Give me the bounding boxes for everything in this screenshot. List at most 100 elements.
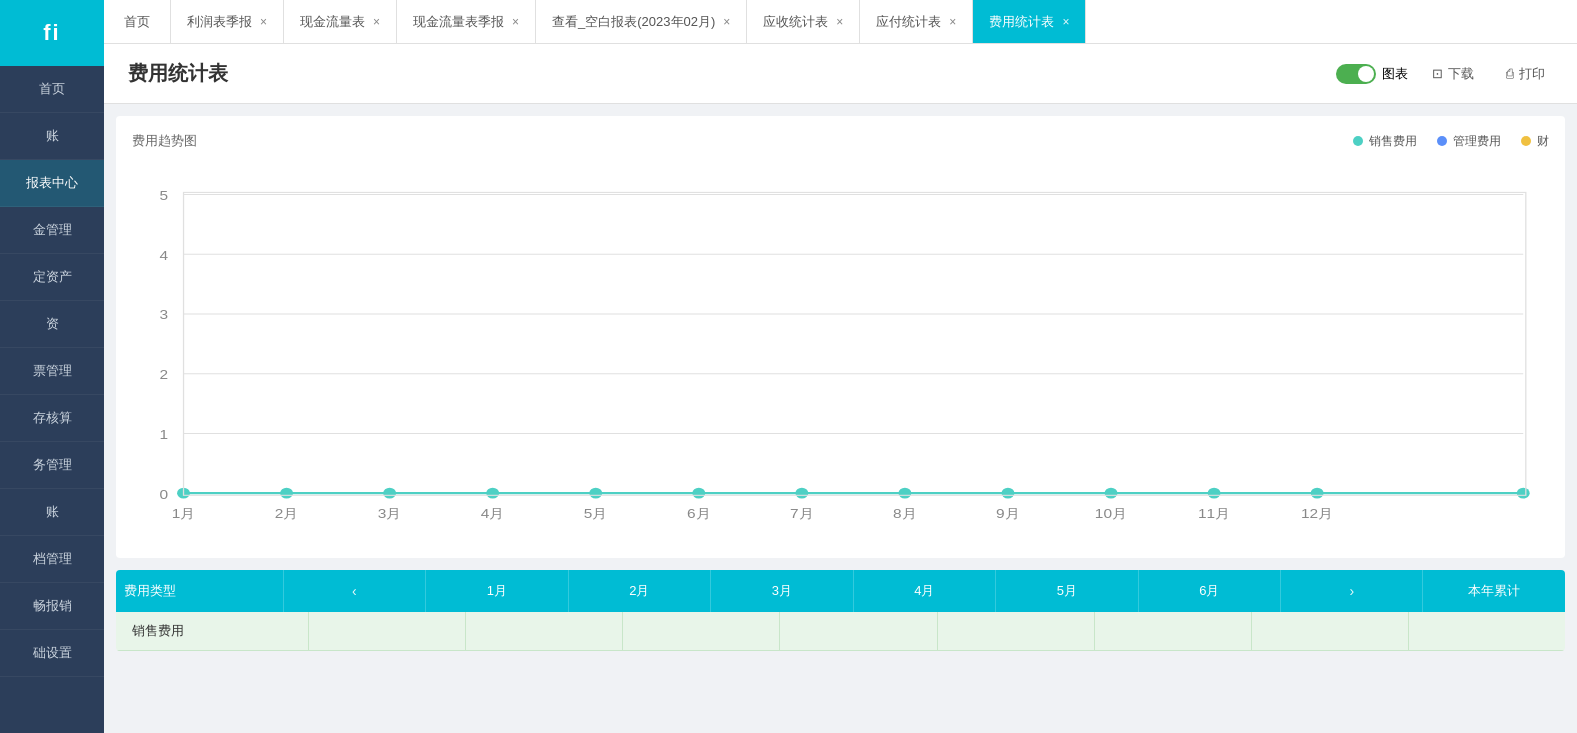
legend-sales: 销售费用 [1353,133,1417,150]
sidebar-item-stock[interactable]: 存核算 [0,395,104,442]
svg-text:2月: 2月 [275,506,299,521]
col-header-prev[interactable]: ‹ [284,570,426,612]
col-header-type: 费用类型 [116,570,284,612]
cell-m3-0 [623,612,780,650]
logo: fi [0,0,104,66]
tab-close-expense-stat[interactable]: × [1062,15,1069,29]
sidebar-item-invoice[interactable]: 票管理 [0,348,104,395]
cell-m5-0 [938,612,1095,650]
sales-dot-6 [795,488,808,499]
cell-m1-0 [309,612,466,650]
sales-dot-7 [898,488,911,499]
svg-text:4: 4 [159,248,168,263]
sidebar-item-refund[interactable]: 畅报销 [0,583,104,630]
sales-dot-10 [1208,488,1221,499]
legend-label-finance: 财 [1537,133,1549,150]
sales-dot-1 [280,488,293,499]
svg-text:3月: 3月 [378,506,402,521]
download-icon: ⊡ [1432,66,1443,81]
table-header-row: 费用类型 ‹ 1月 2月 3月 4月 5月 [116,570,1565,612]
sales-dot-8 [1002,488,1015,499]
legend-dot-sales [1353,136,1363,146]
col-header-next[interactable]: › [1281,570,1423,612]
print-icon: ⎙ [1506,66,1514,81]
col-header-m6: 6月 [1139,570,1281,612]
legend-dot-finance [1521,136,1531,146]
sidebar-item-home[interactable]: 首页 [0,66,104,113]
col-header-ytd: 本年累计 [1423,570,1564,612]
tab-close-cashflow-quarterly[interactable]: × [512,15,519,29]
cell-extra-0 [1409,612,1565,650]
sales-dot-9 [1105,488,1118,499]
sidebar-item-receivable[interactable]: 账 [0,489,104,536]
tab-close-profit[interactable]: × [260,15,267,29]
tab-close-receivable-stat[interactable]: × [836,15,843,29]
download-button[interactable]: ⊡ 下载 [1424,61,1482,87]
tab-profit[interactable]: 利润表季报 × [171,0,284,44]
table-row: 销售费用 [116,612,1565,651]
tab-close-payable-stat[interactable]: × [949,15,956,29]
svg-text:6月: 6月 [687,506,711,521]
tab-expense-stat[interactable]: 费用统计表 × [973,0,1086,44]
print-button[interactable]: ⎙ 打印 [1498,61,1553,87]
sales-dot-5 [692,488,705,499]
svg-text:12月: 12月 [1301,506,1333,521]
sidebar-item-fixed-assets[interactable]: 定资产 [0,254,104,301]
svg-rect-24 [184,192,1526,495]
svg-text:0: 0 [159,487,168,502]
svg-text:10月: 10月 [1095,506,1127,521]
page-content: 费用统计表 图表 ⊡ 下载 ⎙ 打印 费用趋势图 [104,44,1577,733]
cell-ytd-0 [1252,612,1409,650]
legend-label-sales: 销售费用 [1369,133,1417,150]
cell-m2-0 [466,612,623,650]
prev-arrow[interactable]: ‹ [352,583,357,599]
chart-title: 费用趋势图 [132,132,197,150]
sidebar-item-capital[interactable]: 资 [0,301,104,348]
svg-text:7月: 7月 [790,506,814,521]
tab-home[interactable]: 首页 [104,0,171,44]
sidebar-item-report-center[interactable]: 报表中心 [0,160,104,207]
header-actions: 图表 ⊡ 下载 ⎙ 打印 [1336,61,1553,87]
svg-text:8月: 8月 [893,506,917,521]
tab-cashflow-quarterly[interactable]: 现金流量表季报 × [397,0,536,44]
sales-dot-4 [589,488,602,499]
legend-admin: 管理费用 [1437,133,1501,150]
col-header-m5: 5月 [996,570,1138,612]
cell-m4-0 [780,612,937,650]
tab-close-blank-report[interactable]: × [723,15,730,29]
chart-container: 0 1 2 3 4 5 [132,162,1549,542]
chart-toggle-label: 图表 [1382,65,1408,83]
col-header-m1: 1月 [426,570,568,612]
tab-payable-stat[interactable]: 应付统计表 × [860,0,973,44]
tab-close-cashflow[interactable]: × [373,15,380,29]
sidebar-item-archive[interactable]: 档管理 [0,536,104,583]
svg-text:5: 5 [159,188,168,203]
col-header-m3: 3月 [711,570,853,612]
page-title: 费用统计表 [128,60,228,87]
svg-text:11月: 11月 [1198,506,1230,521]
sidebar-item-settings[interactable]: 础设置 [0,630,104,677]
svg-text:3: 3 [159,308,168,323]
sidebar-item-account[interactable]: 账 [0,113,104,160]
sidebar-item-service[interactable]: 务管理 [0,442,104,489]
chart-toggle[interactable] [1336,64,1376,84]
col-header-m4: 4月 [854,570,996,612]
svg-text:2: 2 [159,367,168,382]
legend-dot-admin [1437,136,1447,146]
sales-dot-12 [1517,488,1530,499]
chart-section: 费用趋势图 销售费用 管理费用 财 [116,116,1565,558]
cell-type-0: 销售费用 [116,612,309,650]
cell-m6-0 [1095,612,1252,650]
svg-text:4月: 4月 [481,506,505,521]
line-chart-svg: 0 1 2 3 4 5 [132,162,1549,542]
chart-toggle-wrap: 图表 [1336,64,1408,84]
next-arrow[interactable]: › [1349,583,1354,599]
main-area: 首页 利润表季报 × 现金流量表 × 现金流量表季报 × 查看_空白报表(202… [104,0,1577,733]
tab-blank-report[interactable]: 查看_空白报表(2023年02月) × [536,0,747,44]
tab-receivable-stat[interactable]: 应收统计表 × [747,0,860,44]
svg-text:1月: 1月 [172,506,196,521]
svg-text:1: 1 [159,427,168,442]
tab-cashflow[interactable]: 现金流量表 × [284,0,397,44]
sidebar-item-fund[interactable]: 金管理 [0,207,104,254]
sales-dot-3 [486,488,499,499]
